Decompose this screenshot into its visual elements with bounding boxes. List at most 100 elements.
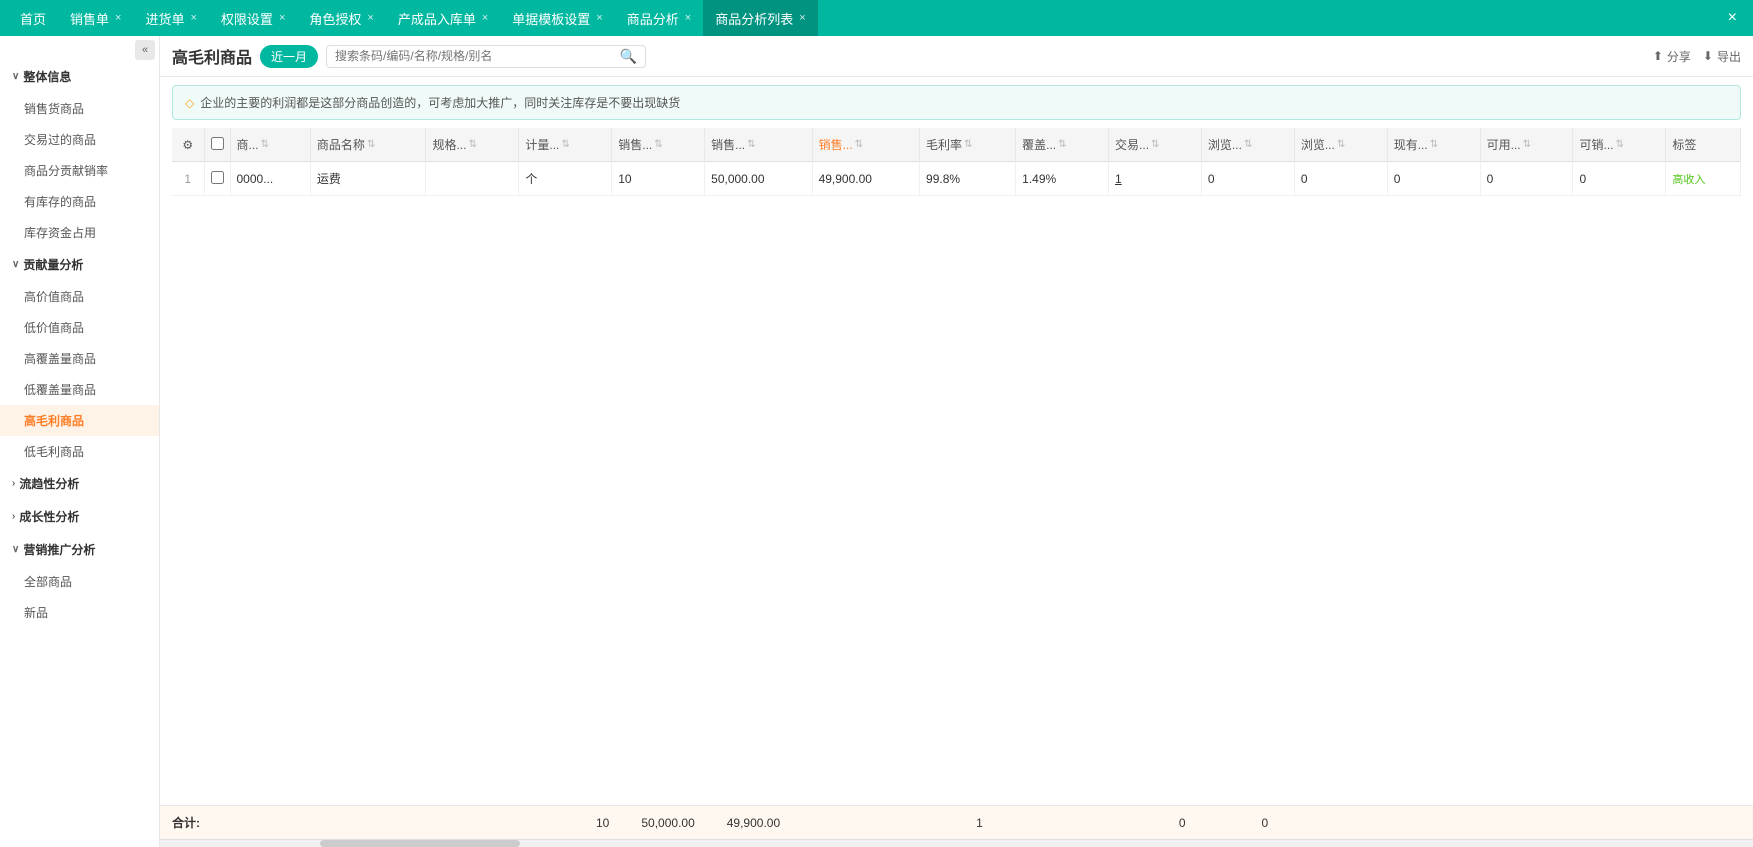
nav-tab-analysis-list[interactable]: 商品分析列表 ×: [703, 0, 817, 36]
select-all-checkbox[interactable]: [211, 137, 224, 150]
footer-stock-cur: 0: [1179, 816, 1186, 830]
close-icon[interactable]: ×: [190, 12, 196, 24]
nav-tab-sales[interactable]: 销售单 ×: [58, 0, 133, 36]
sidebar-item-high-value[interactable]: 高价值商品: [0, 281, 159, 312]
share-button[interactable]: ⬆ 分享: [1653, 48, 1691, 65]
close-icon[interactable]: ×: [279, 12, 285, 24]
footer-trade: 1: [976, 816, 983, 830]
sidebar-item-stock-capital[interactable]: 库存资金占用: [0, 217, 159, 248]
nav-tab-label: 权限设置: [221, 9, 273, 28]
sidebar-item-high-coverage[interactable]: 高覆盖量商品: [0, 343, 159, 374]
search-input[interactable]: [335, 49, 620, 63]
nav-tab-roles[interactable]: 角色授权 ×: [297, 0, 385, 36]
footer-label: 合计:: [172, 814, 200, 831]
sidebar-group-overall[interactable]: ∨ 整体信息: [0, 60, 159, 93]
col-checkbox: [204, 128, 230, 162]
row-unit: 个: [519, 162, 612, 196]
row-name: 运费: [310, 162, 426, 196]
group-label: 整体信息: [23, 68, 71, 85]
sidebar-item-traded-goods[interactable]: 交易过的商品: [0, 124, 159, 155]
close-icon[interactable]: ×: [596, 12, 602, 24]
sort-icon: ⇅: [964, 139, 972, 150]
col-sales-qty[interactable]: 销售... ⇅: [612, 128, 705, 162]
row-browse2: 0: [1294, 162, 1387, 196]
row-checkbox-cell[interactable]: [204, 162, 230, 196]
nav-tab-label: 进货单: [145, 9, 184, 28]
row-gross-rate: 99.8%: [920, 162, 1016, 196]
col-name[interactable]: 商品名称 ⇅: [310, 128, 426, 162]
row-spec: [426, 162, 519, 196]
col-sales-cost[interactable]: 销售... ⇅: [812, 128, 919, 162]
nav-tab-purchase[interactable]: 进货单 ×: [133, 0, 208, 36]
col-browse1[interactable]: 浏览... ⇅: [1201, 128, 1294, 162]
footer-sales-cost: 49,900.00: [727, 816, 780, 830]
row-sales-amt: 50,000.00: [705, 162, 812, 196]
sidebar-item-low-value[interactable]: 低价值商品: [0, 312, 159, 343]
row-tag: 高收入: [1666, 162, 1741, 196]
footer-bar: 合计: 10 50,000.00 49,900.00 1 0 0: [160, 805, 1753, 839]
col-trade[interactable]: 交易... ⇅: [1109, 128, 1202, 162]
export-button[interactable]: ⬇ 导出: [1703, 48, 1741, 65]
row-trade[interactable]: 1: [1109, 162, 1202, 196]
sidebar-item-contribution-rate[interactable]: 商品分贡献销率: [0, 155, 159, 186]
nav-tab-home[interactable]: 首页: [8, 0, 58, 36]
nav-tab-label: 销售单: [70, 9, 109, 28]
top-nav: 首页 销售单 × 进货单 × 权限设置 × 角色授权 × 产成品入库单 × 单据…: [0, 0, 1753, 36]
sidebar-item-low-margin[interactable]: 低毛利商品: [0, 436, 159, 467]
nav-tab-label: 角色授权: [309, 9, 361, 28]
close-icon[interactable]: ×: [115, 12, 121, 24]
group-label: 成长性分析: [19, 508, 79, 525]
sort-icon: ⇅: [261, 139, 269, 150]
filter-recent-month-button[interactable]: 近一月: [260, 45, 318, 68]
scrollbar-thumb[interactable]: [320, 840, 520, 847]
sidebar-item-low-coverage[interactable]: 低覆盖量商品: [0, 374, 159, 405]
sidebar-item-all-goods[interactable]: 全部商品: [0, 566, 159, 597]
col-spec[interactable]: 规格... ⇅: [426, 128, 519, 162]
close-icon[interactable]: ×: [799, 12, 805, 24]
sidebar-item-sales-goods[interactable]: 销售货商品: [0, 93, 159, 124]
nav-tab-permissions[interactable]: 权限设置 ×: [209, 0, 297, 36]
nav-tab-label: 首页: [20, 9, 46, 28]
sidebar-group-trend[interactable]: › 流趋性分析: [0, 467, 159, 500]
col-stock-sell[interactable]: 可销... ⇅: [1573, 128, 1666, 162]
col-unit[interactable]: 计量... ⇅: [519, 128, 612, 162]
footer-sales-amt: 50,000.00: [641, 816, 694, 830]
col-tag[interactable]: 标签: [1666, 128, 1741, 162]
nav-tab-analysis[interactable]: 商品分析 ×: [615, 0, 703, 36]
col-stock-cur[interactable]: 现有... ⇅: [1387, 128, 1480, 162]
nav-tab-template[interactable]: 单据模板设置 ×: [500, 0, 614, 36]
row-stock-cur: 0: [1387, 162, 1480, 196]
info-text: 企业的主要的利润都是这部分商品创造的，可考虑加大推广，同时关注库存是不要出现缺货: [200, 94, 680, 111]
col-code[interactable]: 商... ⇅: [230, 128, 310, 162]
close-icon[interactable]: ×: [685, 12, 691, 24]
col-stock-avail[interactable]: 可用... ⇅: [1480, 128, 1573, 162]
col-sales-amt[interactable]: 销售... ⇅: [705, 128, 812, 162]
row-code: 0000...: [230, 162, 310, 196]
sidebar-group-contribution[interactable]: ∨ 贡献量分析: [0, 248, 159, 281]
search-icon[interactable]: 🔍: [620, 48, 637, 65]
chevron-down-icon: ∨: [12, 71, 19, 82]
info-banner: ◇ 企业的主要的利润都是这部分商品创造的，可考虑加大推广，同时关注库存是不要出现…: [172, 85, 1741, 120]
close-all-button[interactable]: ×: [1720, 9, 1745, 27]
collapse-button[interactable]: «: [135, 40, 155, 60]
sidebar-item-high-margin[interactable]: 高毛利商品: [0, 405, 159, 436]
settings-icon[interactable]: ⚙: [182, 138, 193, 152]
col-gross-rate[interactable]: 毛利率 ⇅: [920, 128, 1016, 162]
sidebar-group-growth[interactable]: › 成长性分析: [0, 500, 159, 533]
sidebar-group-marketing[interactable]: ∨ 营销推广分析: [0, 533, 159, 566]
nav-tab-inbound[interactable]: 产成品入库单 ×: [386, 0, 500, 36]
row-checkbox[interactable]: [211, 171, 224, 184]
close-icon[interactable]: ×: [482, 12, 488, 24]
table-row: 1 0000... 运费 个 10 50,000.00 49,900.00 99: [172, 162, 1741, 196]
close-icon[interactable]: ×: [367, 12, 373, 24]
chevron-right-icon: ›: [12, 511, 15, 522]
table-container[interactable]: ⚙ 商... ⇅: [172, 128, 1741, 805]
nav-tab-label: 商品分析: [627, 9, 679, 28]
col-browse2[interactable]: 浏览... ⇅: [1294, 128, 1387, 162]
sort-icon: ⇅: [468, 139, 476, 150]
horizontal-scrollbar[interactable]: [160, 839, 1753, 847]
sidebar-item-new-goods[interactable]: 新品: [0, 597, 159, 628]
data-table: ⚙ 商... ⇅: [172, 128, 1741, 196]
sidebar-item-in-stock[interactable]: 有库存的商品: [0, 186, 159, 217]
col-coverage[interactable]: 覆盖... ⇅: [1016, 128, 1109, 162]
